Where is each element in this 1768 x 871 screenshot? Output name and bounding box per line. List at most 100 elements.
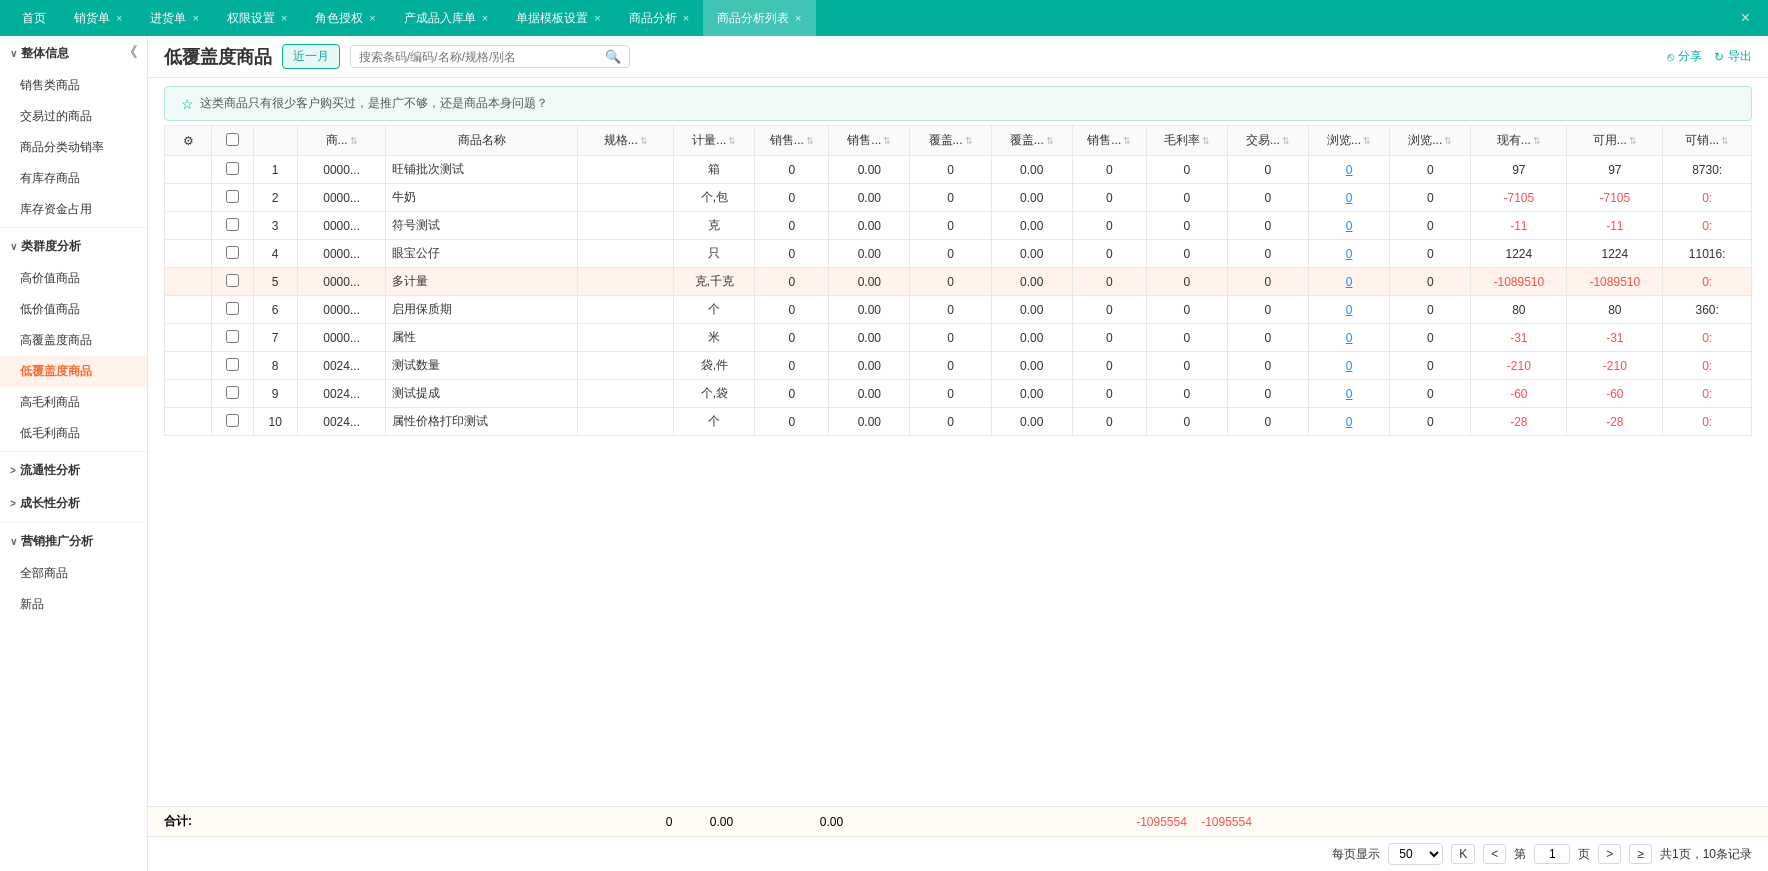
col-browse1-cell[interactable]: 0: [1309, 408, 1390, 436]
col-check-cell[interactable]: [212, 268, 253, 296]
nav-tab-template[interactable]: 单据模板设置 ×: [502, 0, 614, 36]
export-button[interactable]: ↻ 导出: [1714, 48, 1752, 65]
col-cover2-header[interactable]: 覆盖...⇅: [991, 126, 1072, 156]
row-checkbox[interactable]: [226, 218, 239, 231]
row-checkbox[interactable]: [226, 190, 239, 203]
col-sellable-header[interactable]: 可销...⇅: [1663, 126, 1752, 156]
sidebar-group-marketing[interactable]: ∨ 营销推广分析: [0, 525, 147, 558]
col-check-cell[interactable]: [212, 352, 253, 380]
col-check-cell[interactable]: [212, 408, 253, 436]
sidebar-item-high-margin[interactable]: 高毛利商品: [0, 387, 147, 418]
close-icon[interactable]: ×: [594, 12, 600, 24]
browse1-link[interactable]: 0: [1346, 191, 1353, 205]
sidebar-item-all-goods[interactable]: 全部商品: [0, 558, 147, 589]
col-browse1-cell[interactable]: 0: [1309, 184, 1390, 212]
sidebar-group-circulation[interactable]: > 流通性分析: [0, 454, 147, 487]
col-browse1-cell[interactable]: 0: [1309, 268, 1390, 296]
col-check-cell[interactable]: [212, 156, 253, 184]
browse1-link[interactable]: 0: [1346, 331, 1353, 345]
col-settings[interactable]: ⚙: [165, 126, 212, 156]
filter-recent-month-button[interactable]: 近一月: [282, 44, 340, 69]
row-checkbox[interactable]: [226, 162, 239, 175]
close-icon[interactable]: ×: [369, 12, 375, 24]
col-name-cell[interactable]: 眼宝公仔: [386, 240, 578, 268]
col-browse1-cell[interactable]: 0: [1309, 352, 1390, 380]
share-button[interactable]: ⎋ 分享: [1667, 48, 1702, 65]
sidebar-item-high-value[interactable]: 高价值商品: [0, 263, 147, 294]
nav-tab-home[interactable]: 首页: [8, 0, 60, 36]
nav-tab-role[interactable]: 角色授权 ×: [301, 0, 389, 36]
col-avail-header[interactable]: 可用...⇅: [1567, 126, 1663, 156]
nav-tab-production[interactable]: 产成品入库单 ×: [390, 0, 502, 36]
browse1-link[interactable]: 0: [1346, 303, 1353, 317]
sidebar-group-growth[interactable]: > 成长性分析: [0, 487, 147, 520]
col-name-cell[interactable]: 属性价格打印测试: [386, 408, 578, 436]
sidebar-item-sales-goods[interactable]: 销售类商品: [0, 70, 147, 101]
col-trans-header[interactable]: 交易...⇅: [1227, 126, 1308, 156]
sidebar-item-traded-goods[interactable]: 交易过的商品: [0, 101, 147, 132]
close-icon[interactable]: ×: [281, 12, 287, 24]
table-container[interactable]: ⚙ 商...⇅ 商品名称 规格...⇅ 计量...⇅ 销售...⇅ 销售...⇅…: [148, 125, 1768, 806]
col-check-cell[interactable]: [212, 380, 253, 408]
search-icon[interactable]: 🔍: [605, 49, 621, 64]
col-check-cell[interactable]: [212, 212, 253, 240]
col-browse1-cell[interactable]: 0: [1309, 240, 1390, 268]
row-checkbox[interactable]: [226, 358, 239, 371]
col-name-cell[interactable]: 旺铺批次测试: [386, 156, 578, 184]
browse1-link[interactable]: 0: [1346, 219, 1353, 233]
col-check[interactable]: [212, 126, 253, 156]
nav-tab-analysis-list[interactable]: 商品分析列表 ×: [703, 0, 815, 36]
close-icon[interactable]: ×: [192, 12, 198, 24]
browse1-link[interactable]: 0: [1346, 247, 1353, 261]
col-sales2-header[interactable]: 销售...⇅: [1072, 126, 1146, 156]
sidebar-item-category-rate[interactable]: 商品分类动销率: [0, 132, 147, 163]
col-current-header[interactable]: 现有...⇅: [1471, 126, 1567, 156]
page-number-input[interactable]: [1534, 844, 1570, 864]
close-icon[interactable]: ×: [482, 12, 488, 24]
sidebar-group-overall[interactable]: ∨ 整体信息 《: [0, 36, 147, 70]
row-checkbox[interactable]: [226, 386, 239, 399]
col-browse1-cell[interactable]: 0: [1309, 156, 1390, 184]
col-sales-count-header[interactable]: 销售...⇅: [755, 126, 829, 156]
col-sales-amt-header[interactable]: 销售...⇅: [829, 126, 910, 156]
close-icon[interactable]: ×: [795, 12, 801, 24]
browse1-link[interactable]: 0: [1346, 415, 1353, 429]
sidebar-item-inventory-goods[interactable]: 有库存商品: [0, 163, 147, 194]
last-page-button[interactable]: ≥: [1629, 844, 1652, 864]
col-browse1-cell[interactable]: 0: [1309, 324, 1390, 352]
row-checkbox[interactable]: [226, 302, 239, 315]
col-name-cell[interactable]: 启用保质期: [386, 296, 578, 324]
page-size-select[interactable]: 50 100 200: [1388, 843, 1443, 865]
col-name-cell[interactable]: 多计量: [386, 268, 578, 296]
nav-tab-purchase[interactable]: 进货单 ×: [136, 0, 212, 36]
next-page-button[interactable]: >: [1598, 844, 1621, 864]
select-all-checkbox[interactable]: [226, 133, 239, 146]
nav-tab-sales[interactable]: 销货单 ×: [60, 0, 136, 36]
col-check-cell[interactable]: [212, 240, 253, 268]
row-checkbox[interactable]: [226, 330, 239, 343]
col-check-cell[interactable]: [212, 324, 253, 352]
col-browse2-header[interactable]: 浏览...⇅: [1390, 126, 1471, 156]
col-name-cell[interactable]: 符号测试: [386, 212, 578, 240]
sidebar-group-cluster[interactable]: ∨ 类群度分析: [0, 230, 147, 263]
col-spec-header[interactable]: 规格...⇅: [578, 126, 674, 156]
col-cover1-header[interactable]: 覆盖...⇅: [910, 126, 991, 156]
sidebar-item-inventory-capital[interactable]: 库存资金占用: [0, 194, 147, 225]
browse1-link[interactable]: 0: [1346, 359, 1353, 373]
browse1-link[interactable]: 0: [1346, 387, 1353, 401]
sidebar-item-low-value[interactable]: 低价值商品: [0, 294, 147, 325]
col-browse1-cell[interactable]: 0: [1309, 296, 1390, 324]
col-browse1-cell[interactable]: 0: [1309, 212, 1390, 240]
row-checkbox[interactable]: [226, 246, 239, 259]
sidebar-item-new-goods[interactable]: 新品: [0, 589, 147, 620]
nav-tab-analysis[interactable]: 商品分析 ×: [615, 0, 703, 36]
col-name-cell[interactable]: 测试数量: [386, 352, 578, 380]
collapse-sidebar-button[interactable]: 《: [123, 44, 137, 62]
col-name-cell[interactable]: 属性: [386, 324, 578, 352]
sidebar-item-low-coverage[interactable]: 低覆盖度商品: [0, 356, 147, 387]
col-browse1-header[interactable]: 浏览...⇅: [1309, 126, 1390, 156]
browse1-link[interactable]: 0: [1346, 275, 1353, 289]
close-icon[interactable]: ×: [116, 12, 122, 24]
col-check-cell[interactable]: [212, 296, 253, 324]
browse1-link[interactable]: 0: [1346, 163, 1353, 177]
